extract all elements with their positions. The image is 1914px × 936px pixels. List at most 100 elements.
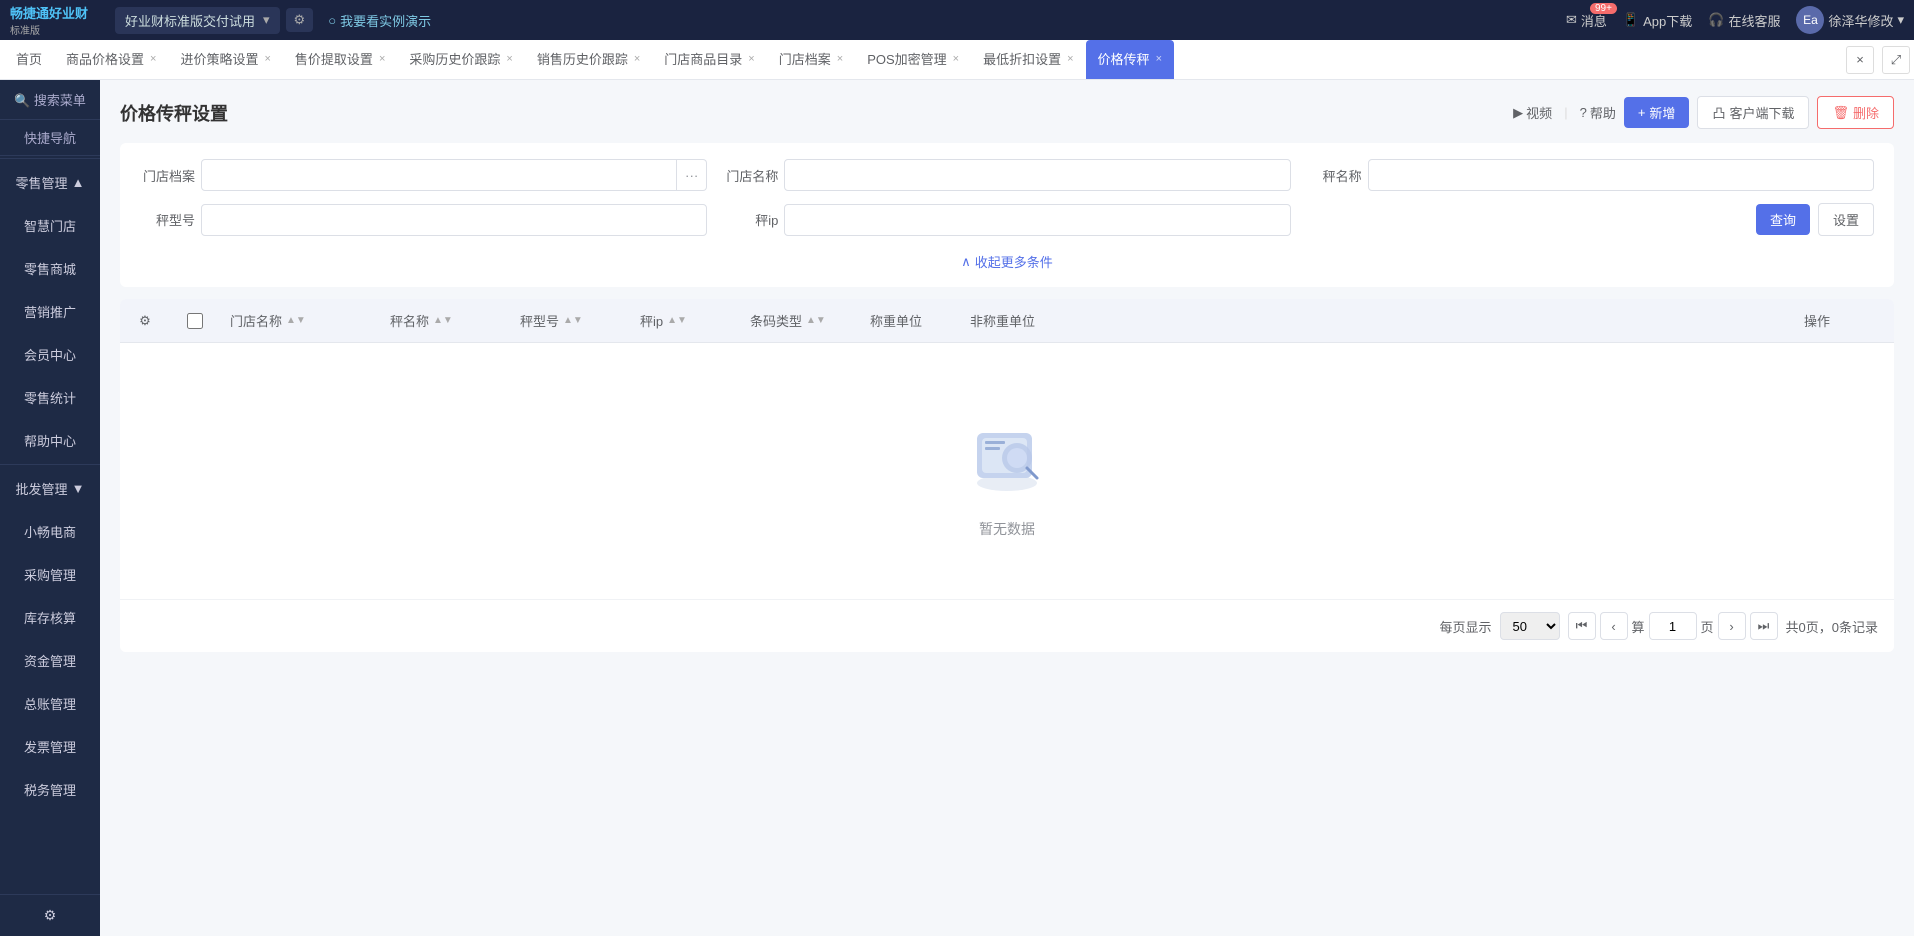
tab-purchase-strategy[interactable]: 进价策略设置 × — [168, 40, 282, 80]
sidebar-item-smart-store[interactable]: 智慧门店 — [0, 204, 100, 247]
sidebar-item-purchase-mgmt-label: 采购管理 — [24, 568, 76, 583]
table-check-all[interactable] — [170, 313, 220, 329]
tab-min-discount[interactable]: 最低折扣设置 × — [971, 40, 1085, 80]
close-icon[interactable]: × — [634, 53, 640, 65]
sidebar-item-help-center[interactable]: 帮助中心 — [0, 419, 100, 462]
per-page-select[interactable]: 10 20 50 100 — [1500, 612, 1560, 640]
headset-icon: 🎧 — [1708, 12, 1724, 28]
query-button[interactable]: 查询 — [1756, 204, 1810, 235]
close-icon[interactable]: × — [506, 53, 512, 65]
notifications-btn[interactable]: ✉ 消息 99+ — [1566, 11, 1607, 30]
tab-sales-history[interactable]: 销售历史价跟踪 × — [525, 40, 652, 80]
settings-icon[interactable]: ⚙ — [286, 8, 314, 32]
next-page-btn[interactable]: › — [1718, 612, 1746, 640]
close-icon[interactable]: × — [953, 53, 959, 65]
settings-form-button[interactable]: 设置 — [1818, 203, 1874, 236]
first-page-btn[interactable]: ⏮ — [1568, 612, 1596, 640]
sidebar-item-retail-stats[interactable]: 零售统计 — [0, 376, 100, 419]
tab-store-catalog[interactable]: 门店商品目录 × — [652, 40, 766, 80]
th-actions-label: 操作 — [1804, 311, 1830, 330]
sidebar-item-invoice[interactable]: 发票管理 — [0, 725, 100, 768]
download-icon: 凸 — [1712, 103, 1725, 122]
help-link[interactable]: ? 帮助 — [1580, 103, 1616, 122]
store-name-input[interactable] — [784, 159, 1290, 191]
close-icon[interactable]: × — [379, 53, 385, 65]
tab-purchase-history[interactable]: 采购历史价跟踪 × — [397, 40, 524, 80]
tab-store-archive[interactable]: 门店档案 × — [767, 40, 855, 80]
store-archive-input[interactable] — [201, 159, 677, 191]
add-icon: + — [1638, 105, 1646, 120]
close-icon[interactable]: × — [748, 53, 754, 65]
sidebar-search[interactable]: 🔍 搜索菜单 — [0, 80, 100, 120]
app-download-label: App下载 — [1643, 11, 1692, 30]
sidebar-item-xiaochang[interactable]: 小畅电商 — [0, 510, 100, 553]
scale-ip-input[interactable] — [784, 204, 1290, 236]
sidebar-item-general-ledger[interactable]: 总账管理 — [0, 682, 100, 725]
select-all-checkbox[interactable] — [187, 313, 203, 329]
sidebar-item-purchase-mgmt[interactable]: 采购管理 — [0, 553, 100, 596]
add-button[interactable]: + 新增 — [1624, 97, 1690, 128]
user-menu[interactable]: Ea 徐泽华修改 ▾ — [1796, 6, 1904, 34]
table-settings-btn[interactable]: ⚙ — [120, 313, 170, 329]
client-download-button[interactable]: 凸 客户端下载 — [1697, 96, 1809, 129]
chevron-up-icon: ∧ — [961, 254, 971, 270]
demo-icon: ○ — [328, 13, 336, 28]
last-page-btn[interactable]: ⏭ — [1750, 612, 1778, 640]
tab-price-scale[interactable]: 价格传秤 × — [1086, 40, 1174, 80]
user-name: 徐泽华修改 — [1828, 11, 1893, 30]
scale-model-input[interactable] — [201, 204, 707, 236]
online-service-btn[interactable]: 🎧 在线客服 — [1708, 11, 1780, 30]
divider — [0, 158, 100, 159]
app-download-btn[interactable]: 📱 App下载 — [1623, 11, 1692, 30]
sidebar-item-wholesale-mgmt[interactable]: 批发管理 ▼ — [0, 467, 100, 510]
sidebar: 🔍 搜索菜单 快捷导航 零售管理 ▲ 智慧门店 零售商城 营销推广 会员中心 — [0, 80, 100, 936]
client-download-label: 客户端下载 — [1729, 103, 1794, 122]
tabs-bar: 首页 商品价格设置 × 进价策略设置 × 售价提取设置 × 采购历史价跟踪 × … — [0, 40, 1914, 80]
close-icon[interactable]: × — [150, 53, 156, 65]
close-icon[interactable]: × — [1067, 53, 1073, 65]
video-link[interactable]: ▶ 视频 — [1513, 103, 1552, 122]
th-scale-name-label: 秤名称 — [390, 311, 429, 330]
close-icon[interactable]: × — [837, 53, 843, 65]
close-icon[interactable]: × — [1156, 53, 1162, 65]
edition-selector[interactable]: 好业财标准版交付试用 ▾ — [115, 7, 280, 34]
edition-selector-label: 好业财标准版交付试用 — [125, 11, 255, 30]
sidebar-item-invoice-label: 发票管理 — [24, 740, 76, 755]
collapse-bar[interactable]: ∧ 收起更多条件 — [140, 248, 1874, 271]
th-scale-name: 秤名称 ▲▼ — [380, 311, 510, 330]
prev-page-btn[interactable]: ‹ — [1600, 612, 1628, 640]
sidebar-item-retail-mgmt[interactable]: 零售管理 ▲ — [0, 161, 100, 204]
sidebar-quick-nav[interactable]: 快捷导航 — [0, 120, 100, 156]
top-right-actions: ✉ 消息 99+ 📱 App下载 🎧 在线客服 Ea 徐泽华修改 ▾ — [1566, 6, 1904, 34]
empty-text: 暂无数据 — [979, 519, 1035, 539]
store-archive-picker-btn[interactable]: ··· — [677, 159, 707, 191]
play-icon: ▶ — [1513, 105, 1523, 121]
th-weight-unit-label: 称重单位 — [870, 311, 922, 330]
sidebar-gear-btn[interactable]: ⚙ — [0, 894, 100, 936]
logo-area: 畅捷通好业财 标准版 — [10, 3, 110, 37]
tab-home[interactable]: 首页 — [4, 40, 54, 80]
per-page-label: 每页显示 — [1439, 617, 1491, 636]
page-title: 价格传秤设置 — [120, 100, 228, 126]
sidebar-item-marketing[interactable]: 营销推广 — [0, 290, 100, 333]
demo-link[interactable]: ○ 我要看实例演示 — [328, 11, 431, 30]
sidebar-item-finance[interactable]: 资金管理 — [0, 639, 100, 682]
expand-tabs-btn[interactable]: ⤢ — [1882, 46, 1910, 74]
sidebar-item-inventory-label: 库存核算 — [24, 611, 76, 626]
sidebar-item-member-center[interactable]: 会员中心 — [0, 333, 100, 376]
sidebar-item-inventory[interactable]: 库存核算 — [0, 596, 100, 639]
scale-name-input[interactable] — [1368, 159, 1874, 191]
tab-pos-encrypt[interactable]: POS加密管理 × — [855, 40, 971, 80]
tab-product-price[interactable]: 商品价格设置 × — [54, 40, 168, 80]
page-number-input[interactable] — [1649, 612, 1697, 640]
delete-button[interactable]: 🗑 删除 — [1817, 96, 1894, 129]
sidebar-item-tax[interactable]: 税务管理 — [0, 768, 100, 811]
sidebar-item-retail-mall[interactable]: 零售商城 — [0, 247, 100, 290]
help-icon: ? — [1580, 105, 1587, 120]
chevron-down-icon: ▼ — [72, 481, 85, 496]
tab-sale-extract[interactable]: 售价提取设置 × — [283, 40, 397, 80]
close-icon[interactable]: × — [264, 53, 270, 65]
th-barcode-type: 条码类型 ▲▼ — [740, 311, 860, 330]
th-scale-model-label: 秤型号 — [520, 311, 559, 330]
close-all-tabs-btn[interactable]: × — [1846, 46, 1874, 74]
